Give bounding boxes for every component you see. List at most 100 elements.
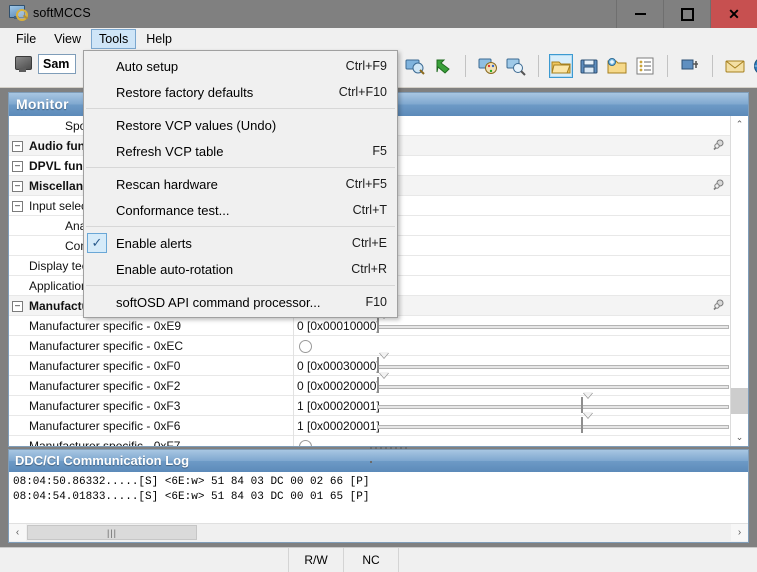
menu-item[interactable]: Auto setupCtrl+F9 (84, 53, 397, 79)
menu-item[interactable]: Rescan hardware Ctrl+F5 (84, 171, 397, 197)
menu-item[interactable]: Enable auto-rotationCtrl+R (84, 256, 397, 282)
menu-separator (86, 167, 395, 168)
toolbar-right-group (404, 55, 757, 77)
menu-help[interactable]: Help (138, 29, 180, 49)
grid-vertical-scrollbar[interactable]: ⌃ ⌄ (730, 116, 748, 446)
pushpin-icon[interactable] (711, 179, 725, 193)
save-disk-icon[interactable] (578, 55, 600, 77)
row-collapse-icon[interactable]: – (12, 141, 23, 152)
slider-thumb[interactable] (377, 378, 388, 395)
green-arrow-icon[interactable] (432, 55, 454, 77)
menu-item[interactable]: Restore VCP values (Undo) (84, 112, 397, 138)
slider-track[interactable] (377, 405, 729, 409)
close-icon: ✕ (728, 7, 740, 21)
title-bar-left: softMCCS (9, 4, 91, 21)
row-collapse-icon[interactable]: – (12, 301, 23, 312)
palette-monitor-icon[interactable] (477, 55, 499, 77)
globe-icon[interactable] (752, 55, 757, 77)
menu-item[interactable]: Restore factory defaultsCtrl+F10 (84, 79, 397, 105)
value-slider[interactable] (377, 316, 729, 336)
pushpin-icon[interactable] (711, 139, 725, 153)
row-value: 0 [0x00010000] (297, 319, 380, 333)
scan-monitor-icon[interactable] (404, 55, 426, 77)
monitor-select-combo[interactable]: Sam (38, 54, 76, 74)
menu-item[interactable]: softOSD API command processor...F10 (84, 289, 397, 315)
log-horizontal-scrollbar[interactable]: ‹ ||| › (9, 523, 748, 542)
row-radio-button[interactable] (299, 440, 312, 446)
hscroll-thumb[interactable]: ||| (27, 525, 197, 540)
slider-track[interactable] (377, 325, 729, 329)
menu-item-label: Rescan hardware (116, 177, 218, 192)
menu-item[interactable]: ✓Enable alertsCtrl+E (84, 230, 397, 256)
row-collapse-icon[interactable]: – (12, 201, 23, 212)
monitor-icon (14, 55, 34, 73)
slider-track[interactable] (377, 385, 729, 389)
toolbar-separator-1 (465, 55, 466, 77)
window-title: softMCCS (33, 6, 91, 20)
row-value: 0 [0x00030000] (297, 359, 380, 373)
list-properties-icon[interactable] (634, 55, 656, 77)
table-row[interactable]: Manufacturer specific - 0xE90 [0x0001000… (9, 316, 731, 336)
scroll-down-arrow[interactable]: ⌄ (731, 429, 748, 446)
connection-icon[interactable] (679, 55, 701, 77)
menu-view[interactable]: View (46, 29, 89, 49)
menu-tools[interactable]: Tools (91, 29, 136, 49)
menu-item-label: Restore factory defaults (116, 85, 253, 100)
table-row[interactable]: Manufacturer specific - 0xF20 [0x0002000… (9, 376, 731, 396)
row-value: 0 [0x00020000] (297, 379, 380, 393)
row-collapse-icon[interactable]: – (12, 161, 23, 172)
pushpin-icon[interactable] (711, 299, 725, 313)
minimize-button[interactable] (616, 0, 663, 28)
new-document-icon[interactable] (606, 55, 628, 77)
menu-item[interactable]: Refresh VCP tableF5 (84, 138, 397, 164)
grid-header-title: Monitor (16, 96, 69, 112)
maximize-button[interactable] (663, 0, 710, 28)
row-collapse-icon[interactable]: – (12, 181, 23, 192)
value-slider[interactable] (377, 376, 729, 396)
menu-item-label: Enable auto-rotation (116, 262, 233, 277)
toolbar-separator-3 (667, 55, 668, 77)
hscroll-left-arrow[interactable]: ‹ (9, 524, 26, 541)
slider-thumb[interactable] (377, 318, 388, 335)
menu-separator (86, 108, 395, 109)
table-row[interactable]: Manufacturer specific - 0xF61 [0x0002000… (9, 416, 731, 436)
menu-bar: File View Tools Help (0, 28, 757, 50)
menu-item-shortcut: F10 (365, 295, 387, 309)
column-divider (293, 336, 294, 356)
menu-item-shortcut: Ctrl+F5 (346, 177, 387, 191)
log-panel-header: DDC/CI Communication Log (9, 450, 748, 473)
value-slider[interactable] (377, 356, 729, 376)
menu-item[interactable]: Conformance test...Ctrl+T (84, 197, 397, 223)
menu-item-shortcut: Ctrl+T (353, 203, 387, 217)
table-row[interactable]: Manufacturer specific - 0xEC (9, 336, 731, 356)
row-label: Manufacturer specific - 0xF0 (29, 359, 180, 373)
hscroll-right-arrow[interactable]: › (731, 524, 748, 541)
scroll-thumb[interactable] (731, 388, 748, 414)
mail-icon[interactable] (724, 55, 746, 77)
menu-item-label: Restore VCP values (Undo) (116, 118, 276, 133)
table-row[interactable]: Manufacturer specific - 0xF31 [0x0002000… (9, 396, 731, 416)
column-divider (293, 356, 294, 376)
value-slider[interactable] (377, 396, 729, 416)
scroll-up-arrow[interactable]: ⌃ (731, 116, 748, 133)
row-value: 1 [0x00020001] (297, 399, 380, 413)
column-divider (293, 376, 294, 396)
splitter-grip[interactable] (370, 445, 414, 451)
slider-thumb[interactable] (581, 418, 592, 435)
menu-file[interactable]: File (8, 29, 44, 49)
table-row[interactable]: Manufacturer specific - 0xF0 0 [0x0003000… (9, 356, 731, 376)
log-text-area[interactable]: 08:04:50.86332.....[S] <6E:w> 51 84 03 D… (9, 472, 748, 519)
menu-separator (86, 285, 395, 286)
menu-item-shortcut: Ctrl+F9 (346, 59, 387, 73)
status-cell-rw: R/W (289, 548, 344, 572)
value-slider[interactable] (377, 416, 729, 436)
inspect-monitor-icon[interactable] (505, 55, 527, 77)
status-cell-empty (399, 548, 757, 572)
close-button[interactable]: ✕ (710, 0, 757, 28)
slider-track[interactable] (377, 425, 729, 429)
row-label: Input select (29, 199, 90, 213)
open-folder-icon[interactable] (550, 55, 572, 77)
row-radio-button[interactable] (299, 340, 312, 353)
slider-track[interactable] (377, 365, 729, 369)
toolbar-separator-4 (712, 55, 713, 77)
